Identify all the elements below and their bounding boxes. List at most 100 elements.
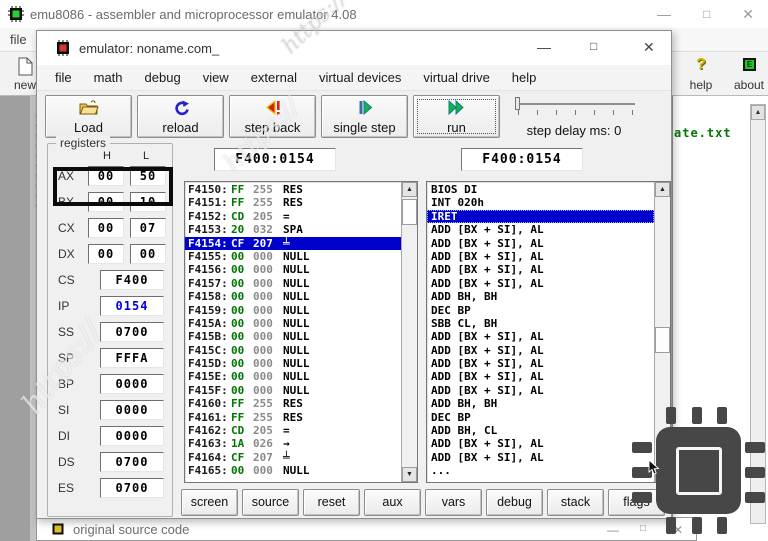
emulator-minimize-button[interactable]: — [537, 40, 551, 54]
disassembly-row[interactable]: ADD [BX + SI], AL [427, 357, 654, 370]
slider-thumb[interactable] [515, 97, 520, 110]
register-bx-high[interactable]: 00 [88, 192, 124, 212]
main-minimize-button[interactable]: — [657, 7, 671, 21]
disassembly-row[interactable]: ADD [BX + SI], AL [427, 277, 654, 290]
source-minimize-button[interactable]: — [607, 523, 619, 537]
memory-row[interactable]: F415A: 00 000 NULL [185, 317, 401, 330]
emu-menu-virtual-devices[interactable]: virtual devices [319, 70, 401, 85]
memory-row[interactable]: F4155: 00 000 NULL [185, 250, 401, 263]
memory-scrollbar[interactable]: ▲ ▼ [401, 182, 417, 482]
disassembly-row[interactable]: ADD [BX + SI], AL [427, 263, 654, 276]
editor-scroll-up-icon[interactable]: ▲ [751, 105, 765, 120]
memory-row[interactable]: F415F: 00 000 NULL [185, 384, 401, 397]
memory-row[interactable]: F4158: 00 000 NULL [185, 290, 401, 303]
emu-menu-file[interactable]: file [55, 70, 72, 85]
disassembly-row[interactable]: DEC BP [427, 304, 654, 317]
memory-scroll-thumb[interactable] [402, 199, 417, 225]
flags-button[interactable]: flags [608, 489, 665, 516]
source-close-button[interactable]: ✕ [673, 523, 683, 537]
step-back-button[interactable]: step back [229, 95, 316, 138]
stack-button[interactable]: stack [547, 489, 604, 516]
disassembly-row[interactable]: ADD [BX + SI], AL [427, 451, 654, 464]
disassembly-row[interactable]: ADD [BX + SI], AL [427, 237, 654, 250]
disassembly-row[interactable]: BIOS DI [427, 183, 654, 196]
emulator-close-button[interactable]: ✕ [643, 40, 655, 54]
slider-track[interactable] [517, 103, 635, 105]
register-bx-low[interactable]: 10 [130, 192, 166, 212]
memory-scroll-down-icon[interactable]: ▼ [402, 467, 417, 482]
disassembly-row[interactable]: SBB CL, BH [427, 317, 654, 330]
about-button[interactable]: E about [726, 55, 768, 93]
register-ax-high[interactable]: 00 [88, 166, 124, 186]
emu-menu-debug[interactable]: debug [145, 70, 181, 85]
register-es-value[interactable]: 0700 [100, 478, 164, 498]
reset-button[interactable]: reset [303, 489, 360, 516]
memory-row[interactable]: F4153: 20 032 SPA [185, 223, 401, 236]
emulator-maximize-button[interactable]: □ [590, 40, 597, 52]
register-cx-low[interactable]: 07 [130, 218, 166, 238]
screen-button[interactable]: screen [181, 489, 238, 516]
register-ds-value[interactable]: 0700 [100, 452, 164, 472]
disassembly-row[interactable]: ADD [BX + SI], AL [427, 384, 654, 397]
memory-row[interactable]: F4164: CF 207 ╧ [185, 451, 401, 464]
disassembly-row[interactable]: DEC BP [427, 411, 654, 424]
register-dx-low[interactable]: 00 [130, 244, 166, 264]
register-ss-value[interactable]: 0700 [100, 322, 164, 342]
load-button[interactable]: Load [45, 95, 132, 138]
memory-row[interactable]: F4151: FF 255 RES [185, 196, 401, 209]
memory-row[interactable]: F4152: CD 205 = [185, 210, 401, 223]
emu-menu-view[interactable]: view [203, 70, 229, 85]
register-si-value[interactable]: 0000 [100, 400, 164, 420]
register-ip-value[interactable]: 0154 [100, 296, 164, 316]
disassembly-list-pane[interactable]: BIOS DI INT 020h IRET ADD [BX + SI], AL ADD … [426, 181, 671, 483]
emulator-titlebar[interactable]: emulator: noname.com_ — □ ✕ [37, 31, 671, 65]
single-step-button[interactable]: single step [321, 95, 408, 138]
step-delay-slider[interactable]: step delay ms: 0 [509, 97, 639, 141]
memory-row[interactable]: F4161: FF 255 RES [185, 411, 401, 424]
disassembly-row[interactable]: ADD BH, CL [427, 424, 654, 437]
memory-row[interactable]: F4165: 00 000 NULL [185, 464, 401, 477]
disassembly-row[interactable]: ADD [BX + SI], AL [427, 344, 654, 357]
aux-button[interactable]: aux [364, 489, 421, 516]
register-sp-value[interactable]: FFFA [100, 348, 164, 368]
memory-row[interactable]: F415E: 00 000 NULL [185, 370, 401, 383]
source-maximize-button[interactable]: □ [640, 523, 646, 534]
register-cs-value[interactable]: F400 [100, 270, 164, 290]
run-button[interactable]: run [413, 95, 500, 138]
disassembly-row[interactable]: ADD BH, BH [427, 397, 654, 410]
register-ax-low[interactable]: 50 [130, 166, 166, 186]
disassembly-address-field[interactable]: F400:0154 [461, 148, 583, 171]
main-maximize-button[interactable]: □ [703, 8, 710, 20]
register-di-value[interactable]: 0000 [100, 426, 164, 446]
main-menu-file[interactable]: file [0, 32, 37, 47]
memory-row[interactable]: F4163: 1A 026 → [185, 437, 401, 450]
debug-button[interactable]: debug [486, 489, 543, 516]
help-button[interactable]: ? help [678, 55, 724, 93]
disassembly-row[interactable]: ADD [BX + SI], AL [427, 250, 654, 263]
disassembly-row[interactable]: ADD [BX + SI], AL [427, 330, 654, 343]
memory-row[interactable]: F415B: 00 000 NULL [185, 330, 401, 343]
memory-row[interactable]: F4160: FF 255 RES [185, 397, 401, 410]
register-dx-high[interactable]: 00 [88, 244, 124, 264]
reload-button[interactable]: reload [137, 95, 224, 138]
main-close-button[interactable]: ✕ [742, 7, 754, 21]
memory-row[interactable]: F4156: 00 000 NULL [185, 263, 401, 276]
disassembly-row[interactable]: ADD [BX + SI], AL [427, 437, 654, 450]
emu-menu-help[interactable]: help [512, 70, 537, 85]
disassembly-scroll-thumb[interactable] [655, 327, 670, 353]
memory-row[interactable]: F4162: CD 205 = [185, 424, 401, 437]
memory-row[interactable]: F415C: 00 000 NULL [185, 344, 401, 357]
memory-scroll-up-icon[interactable]: ▲ [402, 182, 417, 197]
disassembly-row[interactable]: INT 020h [427, 196, 654, 209]
emu-menu-external[interactable]: external [251, 70, 297, 85]
memory-row[interactable]: F415D: 00 000 NULL [185, 357, 401, 370]
memory-row[interactable]: F4154: CF 207 ╧ [185, 236, 401, 250]
disassembly-row[interactable]: ADD BH, BH [427, 290, 654, 303]
disassembly-row[interactable]: ADD [BX + SI], AL [427, 370, 654, 383]
disassembly-row[interactable]: ... [427, 464, 654, 477]
emu-menu-virtual-drive[interactable]: virtual drive [423, 70, 489, 85]
memory-row[interactable]: F4157: 00 000 NULL [185, 277, 401, 290]
original-source-window[interactable]: original source code — □ ✕ [36, 517, 697, 541]
disassembly-row[interactable]: ADD [BX + SI], AL [427, 223, 654, 236]
source-editor-area[interactable]: ate.txt ▲ [672, 96, 768, 541]
